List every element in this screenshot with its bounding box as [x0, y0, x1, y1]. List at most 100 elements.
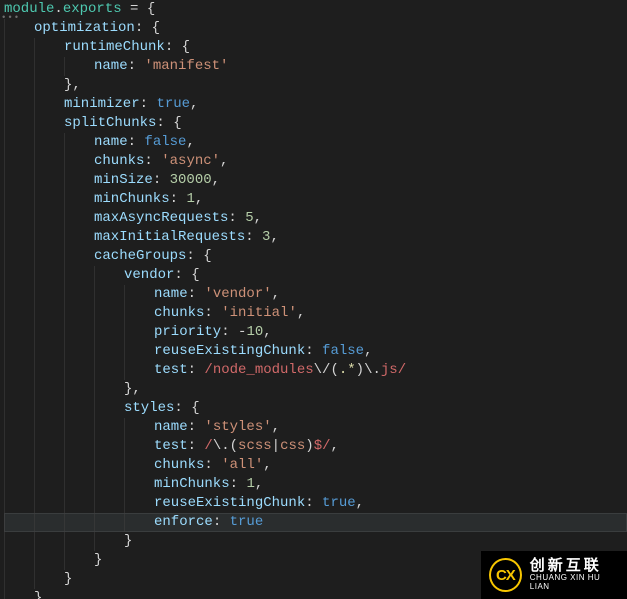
- watermark-en-text: CHUANG XIN HU LIAN: [530, 574, 619, 592]
- token-pun: : {: [186, 248, 211, 264]
- token-pun: \/(: [314, 362, 339, 378]
- token-prop: priority: [154, 324, 221, 340]
- token-prop: test: [154, 362, 188, 378]
- token-prop: maxInitialRequests: [94, 229, 245, 245]
- token-pun: ,: [263, 457, 271, 473]
- code-line[interactable]: runtimeChunk: {: [4, 38, 627, 57]
- code-line[interactable]: maxInitialRequests: 3,: [4, 228, 627, 247]
- token-pun: )\.: [356, 362, 381, 378]
- code-line[interactable]: chunks: 'all',: [4, 456, 627, 475]
- code-line[interactable]: name: 'styles',: [4, 418, 627, 437]
- token-prop: name: [94, 58, 128, 74]
- token-pun: :: [153, 172, 170, 188]
- code-line[interactable]: cacheGroups: {: [4, 247, 627, 266]
- token-prop: chunks: [154, 305, 204, 321]
- token-pun: : {: [156, 115, 181, 131]
- token-pun: ,: [195, 191, 203, 207]
- token-kw: module: [4, 1, 54, 17]
- token-prop: name: [154, 286, 188, 302]
- code-line[interactable]: chunks: 'initial',: [4, 304, 627, 323]
- watermark-badge: CX 创新互联 CHUANG XIN HU LIAN: [481, 551, 627, 599]
- token-prop: cacheGroups: [94, 248, 186, 264]
- token-pun: ,: [364, 343, 372, 359]
- token-reg-cls: css: [280, 438, 305, 454]
- token-pun: },: [64, 77, 81, 93]
- code-line[interactable]: minChunks: 1,: [4, 475, 627, 494]
- token-pun: : {: [174, 267, 199, 283]
- token-pun: ,: [255, 476, 263, 492]
- code-line[interactable]: },: [4, 380, 627, 399]
- token-num: 10: [246, 324, 263, 340]
- token-prop: styles: [124, 400, 174, 416]
- code-line[interactable]: test: /\.(scss|css)$/,: [4, 437, 627, 456]
- token-pun: ,: [272, 286, 280, 302]
- token-reg: js/: [381, 362, 406, 378]
- code-line[interactable]: priority: -10,: [4, 323, 627, 342]
- token-bool: true: [156, 96, 190, 112]
- token-prop: splitChunks: [64, 115, 156, 131]
- token-pun: : -: [221, 324, 246, 340]
- token-pun: :: [188, 362, 205, 378]
- code-line[interactable]: maxAsyncRequests: 5,: [4, 209, 627, 228]
- code-line[interactable]: reuseExistingChunk: false,: [4, 342, 627, 361]
- code-line[interactable]: minimizer: true,: [4, 95, 627, 114]
- token-num: 30000: [170, 172, 212, 188]
- token-prop: chunks: [154, 457, 204, 473]
- token-reg-cls: scss: [238, 438, 272, 454]
- token-num: 1: [246, 476, 254, 492]
- token-pun: = {: [122, 1, 156, 17]
- token-pun: :: [128, 58, 145, 74]
- token-str: 'styles': [204, 419, 271, 435]
- code-line[interactable]: reuseExistingChunk: true,: [4, 494, 627, 513]
- token-bool: false: [144, 134, 186, 150]
- code-line[interactable]: name: 'manifest': [4, 57, 627, 76]
- token-pun: ,: [190, 96, 198, 112]
- token-str: 'async': [161, 153, 220, 169]
- token-prop: maxAsyncRequests: [94, 210, 228, 226]
- token-prop: enforce: [154, 514, 213, 530]
- token-str: 'initial': [221, 305, 297, 321]
- code-line[interactable]: }: [4, 532, 627, 551]
- token-pun: ,: [212, 172, 220, 188]
- token-prop: runtimeChunk: [64, 39, 165, 55]
- code-line[interactable]: test: /node_modules\/(.*)\.js/: [4, 361, 627, 380]
- token-pun: : {: [135, 20, 160, 36]
- token-pun: : {: [174, 400, 199, 416]
- token-prop: test: [154, 438, 188, 454]
- token-pun: }: [64, 571, 72, 587]
- code-editor[interactable]: module.exports = {optimization: {runtime…: [0, 0, 627, 599]
- token-reg: $/: [314, 438, 331, 454]
- code-line[interactable]: minChunks: 1,: [4, 190, 627, 209]
- code-line[interactable]: minSize: 30000,: [4, 171, 627, 190]
- token-reg: /: [204, 438, 212, 454]
- token-str: 'vendor': [204, 286, 271, 302]
- token-bool: true: [322, 495, 356, 511]
- token-prop: name: [154, 419, 188, 435]
- token-prop: minimizer: [64, 96, 140, 112]
- token-pun: :: [228, 210, 245, 226]
- code-line[interactable]: },: [4, 76, 627, 95]
- token-reg: /node_modules: [204, 362, 313, 378]
- code-line[interactable]: splitChunks: {: [4, 114, 627, 133]
- code-line[interactable]: optimization: {: [4, 19, 627, 38]
- token-pun: :: [305, 495, 322, 511]
- token-pun: :: [188, 438, 205, 454]
- code-line[interactable]: vendor: {: [4, 266, 627, 285]
- token-pun: ,: [263, 324, 271, 340]
- code-line[interactable]: name: 'vendor',: [4, 285, 627, 304]
- code-line[interactable]: module.exports = {: [4, 0, 627, 19]
- token-str: 'manifest': [144, 58, 228, 74]
- code-line[interactable]: chunks: 'async',: [4, 152, 627, 171]
- token-pun: :: [170, 191, 187, 207]
- watermark-logo-icon: CX: [489, 558, 522, 592]
- code-line[interactable]: enforce: true: [4, 513, 627, 532]
- code-line[interactable]: name: false,: [4, 133, 627, 152]
- code-line[interactable]: styles: {: [4, 399, 627, 418]
- token-prop: minChunks: [94, 191, 170, 207]
- token-bool: true: [230, 514, 264, 530]
- token-pun: ,: [254, 210, 262, 226]
- token-num: 5: [245, 210, 253, 226]
- token-pun: }: [124, 533, 132, 549]
- token-pun: ,: [356, 495, 364, 511]
- token-pun: \.(: [213, 438, 238, 454]
